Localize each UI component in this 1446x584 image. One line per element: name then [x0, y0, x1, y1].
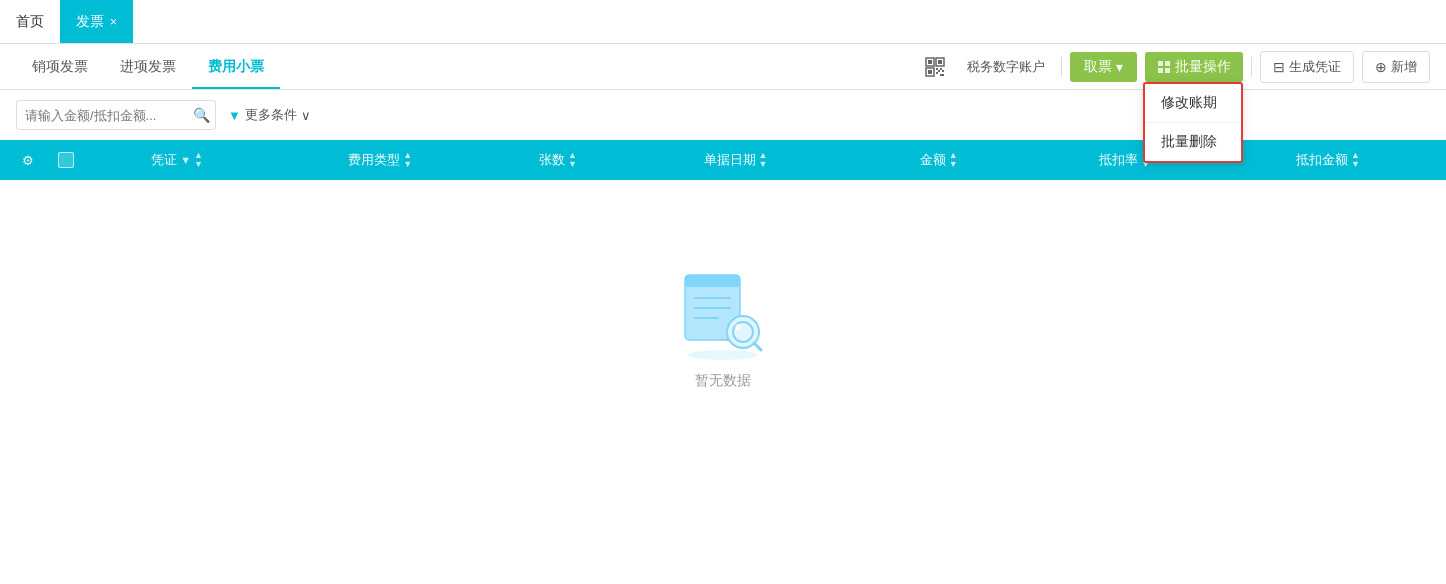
th-expense-type[interactable]: 费用类型 ▲ ▼	[270, 151, 490, 169]
voucher-filter-icon: ▼	[180, 154, 191, 166]
svg-rect-14	[1158, 68, 1163, 73]
svg-rect-11	[940, 74, 944, 76]
tab-input-invoice[interactable]: 进项发票	[104, 44, 192, 89]
empty-state: 暂无数据	[0, 180, 1446, 430]
separator2	[1251, 57, 1252, 77]
top-nav: 首页 发票 ×	[0, 0, 1446, 44]
voucher-sort[interactable]: ▲ ▼	[194, 151, 203, 169]
svg-line-24	[754, 343, 761, 350]
empty-text: 暂无数据	[695, 372, 751, 390]
svg-rect-1	[928, 60, 932, 64]
nav-tab-fapiao[interactable]: 发票 ×	[60, 0, 133, 43]
search-button[interactable]: 🔍	[193, 107, 210, 123]
th-check[interactable]	[48, 152, 84, 168]
svg-rect-10	[936, 72, 938, 74]
more-conditions-arrow: ∨	[301, 108, 311, 123]
th-deduct-amount[interactable]: 抵扣金额 ▲ ▼	[1218, 151, 1438, 169]
nav-home[interactable]: 首页	[0, 0, 60, 43]
search-input[interactable]	[16, 100, 216, 130]
svg-rect-9	[942, 70, 944, 72]
svg-point-16	[688, 350, 758, 360]
search-wrap: 🔍	[16, 100, 216, 130]
deduct-amount-sort[interactable]: ▲ ▼	[1351, 151, 1360, 169]
th-gear[interactable]: ⚙	[8, 153, 48, 168]
svg-rect-13	[1165, 61, 1170, 66]
search-icon: 🔍	[193, 107, 210, 123]
date-sort[interactable]: ▲ ▼	[759, 151, 768, 169]
qupiao-button[interactable]: 取票 ▾	[1070, 52, 1137, 82]
svg-rect-12	[1158, 61, 1163, 66]
piliang-dropdown-container: 批量操作 修改账期 批量删除	[1145, 52, 1243, 82]
tab-expense-receipt[interactable]: 费用小票	[192, 44, 280, 89]
dropdown-modify-period[interactable]: 修改账期	[1145, 84, 1241, 122]
shengcheng-pingzheng-button[interactable]: ⊟ 生成凭证	[1260, 51, 1354, 83]
th-voucher[interactable]: 凭证 ▼ ▲ ▼	[84, 151, 270, 169]
expense-type-sort[interactable]: ▲ ▼	[403, 151, 412, 169]
svg-rect-6	[936, 68, 938, 70]
tab-sales-invoice[interactable]: 销项发票	[16, 44, 104, 89]
filter-icon: ▼	[228, 108, 241, 123]
sub-tabs-left: 销项发票 进项发票 费用小票	[16, 44, 280, 89]
svg-rect-5	[928, 70, 932, 74]
toolbar-right: 税务数字账户 取票 ▾ 批量操作	[919, 51, 1430, 83]
xinzeng-button[interactable]: ⊕ 新增	[1362, 51, 1430, 83]
th-amount[interactable]: 金额 ▲ ▼	[846, 151, 1032, 169]
qr-icon	[924, 56, 946, 78]
svg-rect-8	[938, 70, 940, 72]
th-date[interactable]: 单据日期 ▲ ▼	[625, 151, 845, 169]
th-count[interactable]: 张数 ▲ ▼	[490, 151, 625, 169]
sub-tabs-bar: 销项发票 进项发票 费用小票	[0, 44, 1446, 90]
empty-svg	[663, 260, 783, 360]
svg-rect-15	[1165, 68, 1170, 73]
xinzeng-icon: ⊕	[1375, 59, 1387, 75]
tab-close-icon[interactable]: ×	[110, 15, 117, 29]
tax-digital-account-btn[interactable]: 税务数字账户	[959, 54, 1053, 80]
piliang-caozuo-button[interactable]: 批量操作	[1145, 52, 1243, 82]
gear-icon: ⚙	[22, 153, 34, 168]
piliang-icon	[1157, 60, 1171, 74]
svg-rect-3	[938, 60, 942, 64]
count-sort[interactable]: ▲ ▼	[568, 151, 577, 169]
dropdown-batch-delete[interactable]: 批量删除	[1145, 122, 1241, 161]
header-checkbox[interactable]	[58, 152, 74, 168]
qr-code-button[interactable]	[919, 51, 951, 83]
page-content: 销项发票 进项发票 费用小票	[0, 44, 1446, 584]
empty-illustration	[663, 260, 783, 360]
more-conditions-button[interactable]: ▼ 更多条件 ∨	[228, 106, 311, 124]
piliang-dropdown-menu: 修改账期 批量删除	[1143, 82, 1243, 163]
svg-point-25	[735, 324, 741, 330]
amount-sort[interactable]: ▲ ▼	[949, 151, 958, 169]
svg-rect-18	[685, 275, 740, 287]
separator	[1061, 57, 1062, 77]
svg-rect-7	[940, 68, 942, 70]
shengcheng-icon: ⊟	[1273, 59, 1285, 75]
